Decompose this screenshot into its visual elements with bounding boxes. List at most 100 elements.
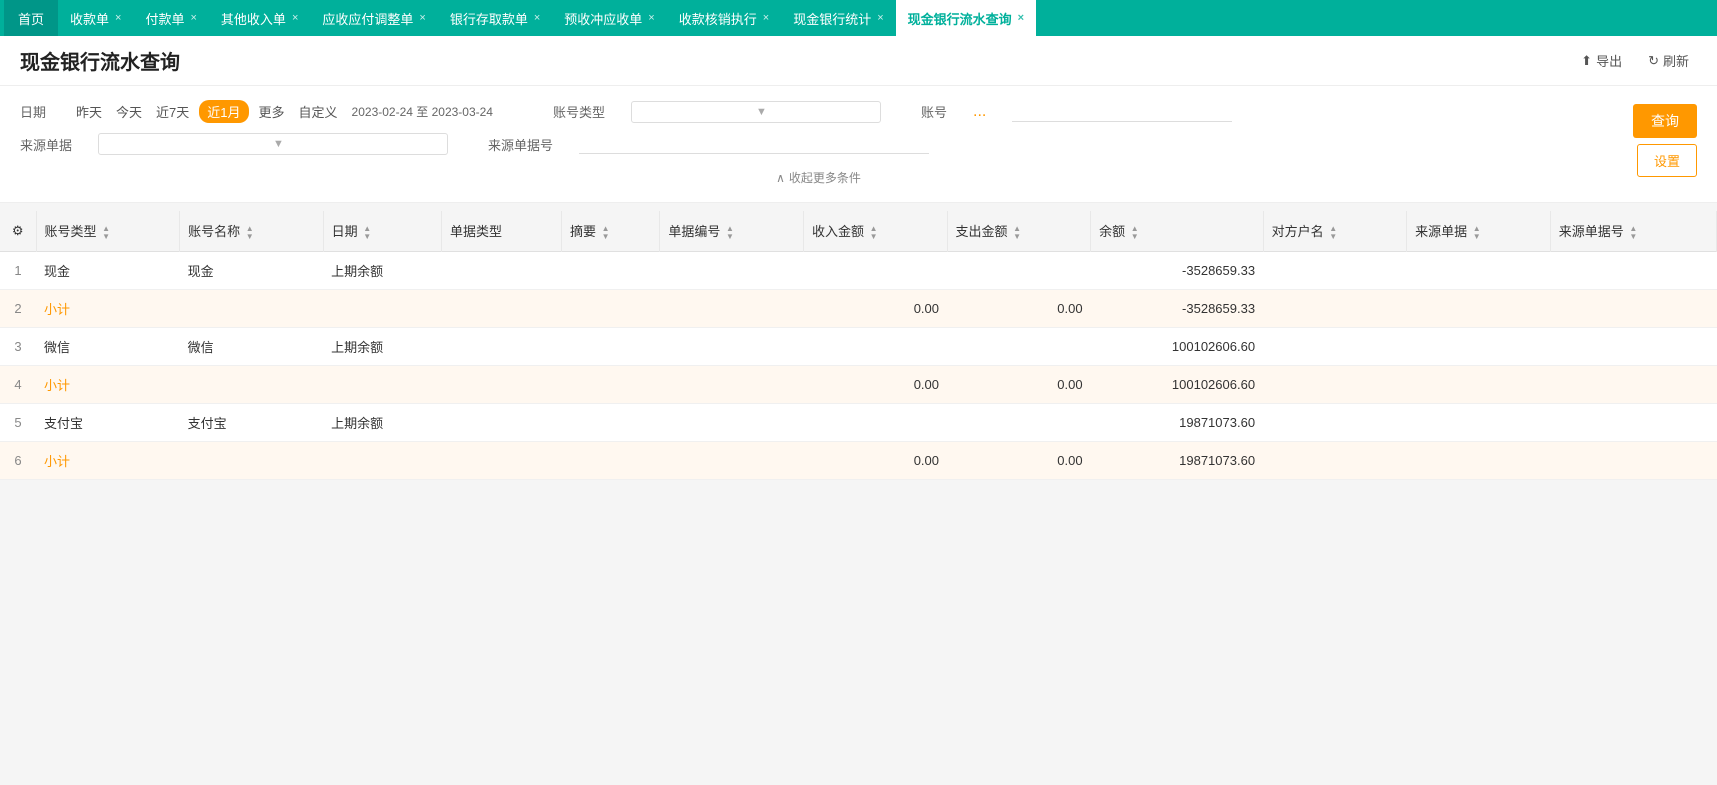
nav-home-label: 首页 [18, 9, 44, 28]
cell-source-doc [1407, 403, 1551, 441]
export-icon: ⬆ [1581, 53, 1592, 69]
account-type-select[interactable]: ▼ [631, 101, 881, 123]
nav-label-4: 银行存取款单 [450, 9, 528, 28]
cell-account-name: 现金 [180, 251, 324, 289]
cell-source-doc-num [1550, 365, 1716, 403]
cell-counterpart [1263, 251, 1407, 289]
table-area: ⚙ 账号类型 ▲▼ 账号名称 ▲▼ 日期 ▲▼ 单据类型 摘要 ▲▼ 单据编号 … [0, 211, 1717, 480]
date-opt-custom[interactable]: 自定义 [295, 100, 342, 123]
collapse-icon: ∧ [776, 171, 785, 185]
cell-expense [947, 327, 1091, 365]
source-doc-num-input[interactable] [579, 136, 929, 151]
nav-home[interactable]: 首页 [4, 0, 58, 36]
nav-label-2: 其他收入单 [221, 9, 286, 28]
nav-close-5[interactable]: × [648, 12, 654, 24]
cell-summary [562, 327, 660, 365]
cell-balance: 100102606.60 [1091, 365, 1263, 403]
nav-item-6[interactable]: 收款核销执行 × [667, 0, 781, 36]
nav-close-1[interactable]: × [190, 12, 196, 24]
collapse-label: 收起更多条件 [789, 169, 861, 186]
nav-item-5[interactable]: 预收冲应收单 × [552, 0, 666, 36]
th-doc-type[interactable]: 单据类型 [441, 211, 561, 251]
nav-item-0[interactable]: 收款单 × [58, 0, 133, 36]
th-source-doc-num[interactable]: 来源单据号 ▲▼ [1550, 211, 1716, 251]
nav-close-3[interactable]: × [419, 12, 425, 24]
source-doc-select[interactable]: ▼ [98, 133, 448, 155]
cell-source-doc [1407, 365, 1551, 403]
nav-close-6[interactable]: × [763, 12, 769, 24]
header-actions: ⬆ 导出 ↻ 刷新 [1573, 47, 1697, 74]
cell-date [323, 365, 441, 403]
sort-icon-balance: ▲▼ [1131, 225, 1139, 241]
th-account-name[interactable]: 账号名称 ▲▼ [180, 211, 324, 251]
account-input-wrap [1012, 102, 1232, 122]
cell-date: 上期余额 [323, 327, 441, 365]
cell-doc-num [660, 289, 804, 327]
cell-account-type: 支付宝 [36, 403, 180, 441]
cell-expense: 0.00 [947, 289, 1091, 327]
sort-icon-source-doc: ▲▼ [1473, 225, 1481, 241]
th-source-doc[interactable]: 来源单据 ▲▼ [1407, 211, 1551, 251]
th-settings[interactable]: ⚙ [0, 211, 36, 251]
filter-area: 日期 昨天 今天 近7天 近1月 更多 自定义 2023-02-24 至 202… [0, 86, 1717, 203]
date-opt-7days[interactable]: 近7天 [152, 100, 193, 123]
nav-close-2[interactable]: × [292, 12, 298, 24]
cell-account-type: 小计 [36, 289, 180, 327]
nav-item-7[interactable]: 现金银行统计 × [781, 0, 895, 36]
table-row: 3微信微信上期余额100102606.60 [0, 327, 1717, 365]
cell-expense: 0.00 [947, 365, 1091, 403]
nav-item-1[interactable]: 付款单 × [133, 0, 208, 36]
cell-row-num: 3 [0, 327, 36, 365]
cell-income [803, 327, 947, 365]
nav-close-7[interactable]: × [877, 12, 883, 24]
cell-row-num: 1 [0, 251, 36, 289]
nav-label-6: 收款核销执行 [679, 9, 757, 28]
cell-counterpart [1263, 327, 1407, 365]
nav-close-8[interactable]: × [1018, 12, 1024, 24]
query-button[interactable]: 查询 [1633, 104, 1697, 138]
nav-item-2[interactable]: 其他收入单 × [209, 0, 310, 36]
cell-source-doc-num [1550, 403, 1716, 441]
cell-date: 上期余额 [323, 403, 441, 441]
refresh-button[interactable]: ↻ 刷新 [1640, 47, 1697, 74]
th-date[interactable]: 日期 ▲▼ [323, 211, 441, 251]
table-row: 2小计0.000.00-3528659.33 [0, 289, 1717, 327]
settings-button[interactable]: 设置 [1637, 144, 1697, 177]
date-opt-more[interactable]: 更多 [255, 100, 289, 123]
sort-icon-counterpart: ▲▼ [1329, 225, 1337, 241]
cell-account-type: 小计 [36, 441, 180, 479]
nav-close-4[interactable]: × [534, 12, 540, 24]
account-type-arrow: ▼ [756, 106, 872, 118]
date-opt-today[interactable]: 今天 [112, 100, 146, 123]
nav-close-0[interactable]: × [115, 12, 121, 24]
cell-income: 0.00 [803, 289, 947, 327]
nav-label-0: 收款单 [70, 9, 109, 28]
nav-label-8: 现金银行流水查询 [908, 9, 1012, 28]
nav-item-4[interactable]: 银行存取款单 × [438, 0, 552, 36]
export-button[interactable]: ⬆ 导出 [1573, 47, 1630, 74]
th-summary[interactable]: 摘要 ▲▼ [562, 211, 660, 251]
cell-counterpart [1263, 403, 1407, 441]
table-row: 6小计0.000.0019871073.60 [0, 441, 1717, 479]
th-doc-num[interactable]: 单据编号 ▲▼ [660, 211, 804, 251]
th-income[interactable]: 收入金额 ▲▼ [803, 211, 947, 251]
nav-item-3[interactable]: 应收应付调整单 × [310, 0, 437, 36]
th-balance[interactable]: 余额 ▲▼ [1091, 211, 1263, 251]
source-doc-num-wrap [579, 134, 929, 154]
th-expense[interactable]: 支出金额 ▲▼ [947, 211, 1091, 251]
cell-doc-num [660, 441, 804, 479]
th-counterpart[interactable]: 对方户名 ▲▼ [1263, 211, 1407, 251]
cell-account-name [180, 441, 324, 479]
date-opt-1month[interactable]: 近1月 [199, 100, 248, 123]
cell-doc-type [441, 327, 561, 365]
cell-summary [562, 403, 660, 441]
cell-account-type: 微信 [36, 327, 180, 365]
account-more-dots[interactable]: ... [973, 103, 986, 121]
cell-counterpart [1263, 289, 1407, 327]
collapse-bar[interactable]: ∧ 收起更多条件 [20, 165, 1617, 194]
source-doc-num-label: 来源单据号 [488, 135, 553, 154]
nav-item-8[interactable]: 现金银行流水查询 × [896, 0, 1036, 36]
date-opt-yesterday[interactable]: 昨天 [72, 100, 106, 123]
th-account-type[interactable]: 账号类型 ▲▼ [36, 211, 180, 251]
account-input[interactable] [1012, 104, 1232, 119]
